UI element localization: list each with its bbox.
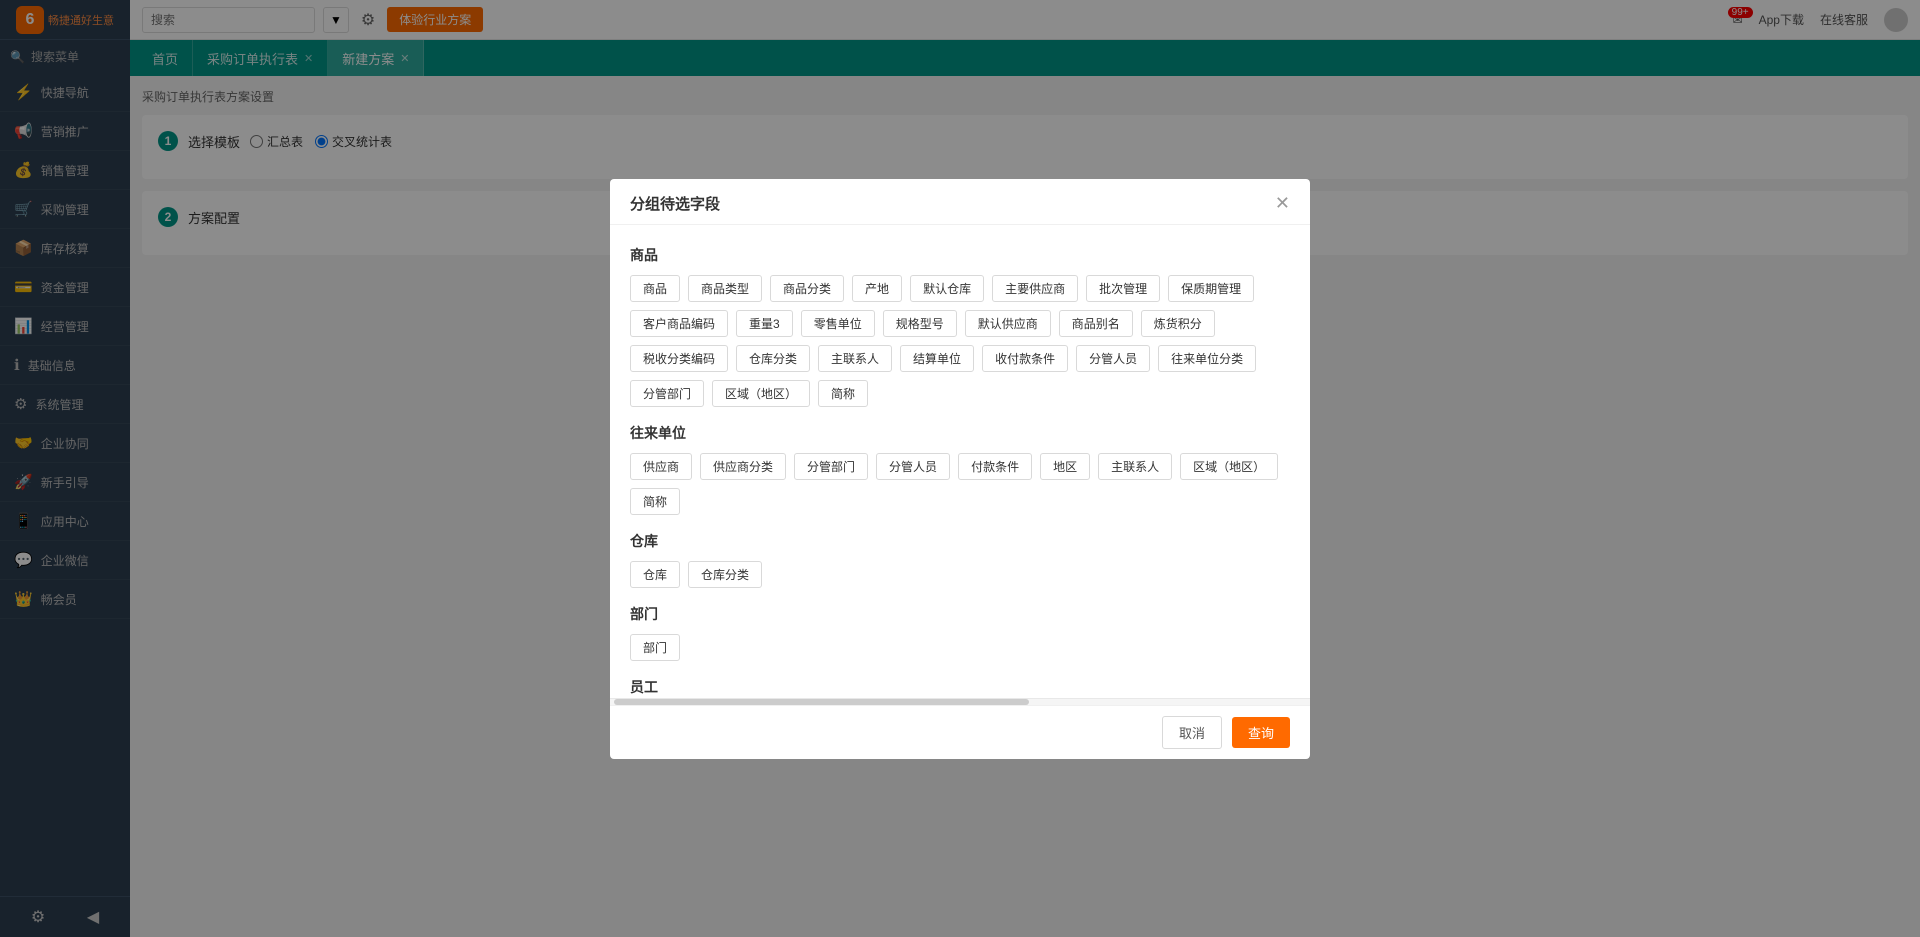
field-warehouse-cat[interactable]: 仓库分类 <box>688 561 762 588</box>
field-weight3[interactable]: 重量3 <box>736 310 793 337</box>
field-supplier-category[interactable]: 供应商分类 <box>700 453 786 480</box>
field-personnel-cp[interactable]: 分管人员 <box>876 453 950 480</box>
field-default-warehouse[interactable]: 默认仓库 <box>910 275 984 302</box>
modal-footer: 取消 查询 <box>610 705 1310 759</box>
goods-fields: 商品 商品类型 商品分类 产地 默认仓库 主要供应商 批次管理 保质期管理 客户… <box>630 275 1290 407</box>
field-dept-cp[interactable]: 分管部门 <box>794 453 868 480</box>
department-fields: 部门 <box>630 634 1290 661</box>
field-dept[interactable]: 部门 <box>630 634 680 661</box>
field-main-supplier[interactable]: 主要供应商 <box>992 275 1078 302</box>
field-goods-category[interactable]: 商品分类 <box>770 275 844 302</box>
confirm-button[interactable]: 查询 <box>1232 717 1290 748</box>
field-contact-cp[interactable]: 主联系人 <box>1098 453 1172 480</box>
field-managing-dept[interactable]: 分管部门 <box>630 380 704 407</box>
field-tax-code[interactable]: 税收分类编码 <box>630 345 728 372</box>
section-title-goods: 商品 <box>630 245 1290 265</box>
modal-body: 商品 商品 商品类型 商品分类 产地 默认仓库 主要供应商 批次管理 保质期管理… <box>610 225 1310 698</box>
field-origin[interactable]: 产地 <box>852 275 902 302</box>
field-retail-unit[interactable]: 零售单位 <box>801 310 875 337</box>
modal-header: 分组待选字段 ✕ <box>610 179 1310 225</box>
field-default-supplier[interactable]: 默认供应商 <box>965 310 1051 337</box>
field-manager[interactable]: 分管人员 <box>1076 345 1150 372</box>
warehouse-fields: 仓库 仓库分类 <box>630 561 1290 588</box>
field-abbr-goods[interactable]: 简称 <box>818 380 868 407</box>
field-goods[interactable]: 商品 <box>630 275 680 302</box>
field-payment-cp[interactable]: 付款条件 <box>958 453 1032 480</box>
field-region-goods[interactable]: 区域（地区） <box>712 380 810 407</box>
counterpart-fields: 供应商 供应商分类 分管部门 分管人员 付款条件 地区 主联系人 区域（地区） … <box>630 453 1290 515</box>
horizontal-scrollbar[interactable] <box>610 698 1310 705</box>
field-smelting-points[interactable]: 炼货积分 <box>1141 310 1215 337</box>
field-supplier[interactable]: 供应商 <box>630 453 692 480</box>
field-area-cp[interactable]: 地区 <box>1040 453 1090 480</box>
field-main-contact[interactable]: 主联系人 <box>818 345 892 372</box>
modal-title: 分组待选字段 <box>630 193 720 214</box>
field-payment-terms[interactable]: 收付款条件 <box>982 345 1068 372</box>
field-customer-goods-code[interactable]: 客户商品编码 <box>630 310 728 337</box>
section-title-warehouse: 仓库 <box>630 531 1290 551</box>
modal-overlay: 分组待选字段 ✕ 商品 商品 商品类型 商品分类 产地 默认仓库 主要供应商 批… <box>0 0 1920 937</box>
field-abbr-cp[interactable]: 简称 <box>630 488 680 515</box>
field-select-modal: 分组待选字段 ✕ 商品 商品 商品类型 商品分类 产地 默认仓库 主要供应商 批… <box>610 179 1310 759</box>
section-title-employee: 员工 <box>630 677 1290 697</box>
field-goods-type[interactable]: 商品类型 <box>688 275 762 302</box>
field-spec-model[interactable]: 规格型号 <box>883 310 957 337</box>
field-settlement-unit[interactable]: 结算单位 <box>900 345 974 372</box>
modal-close-button[interactable]: ✕ <box>1275 193 1290 214</box>
section-title-counterpart: 往来单位 <box>630 423 1290 443</box>
field-region-cp[interactable]: 区域（地区） <box>1180 453 1278 480</box>
cancel-button[interactable]: 取消 <box>1162 716 1222 749</box>
field-shelf-life[interactable]: 保质期管理 <box>1168 275 1254 302</box>
field-warehouse[interactable]: 仓库 <box>630 561 680 588</box>
section-title-department: 部门 <box>630 604 1290 624</box>
field-warehouse-category[interactable]: 仓库分类 <box>736 345 810 372</box>
field-counterpart-category[interactable]: 往来单位分类 <box>1158 345 1256 372</box>
field-batch-mgmt[interactable]: 批次管理 <box>1086 275 1160 302</box>
field-goods-alias[interactable]: 商品别名 <box>1059 310 1133 337</box>
